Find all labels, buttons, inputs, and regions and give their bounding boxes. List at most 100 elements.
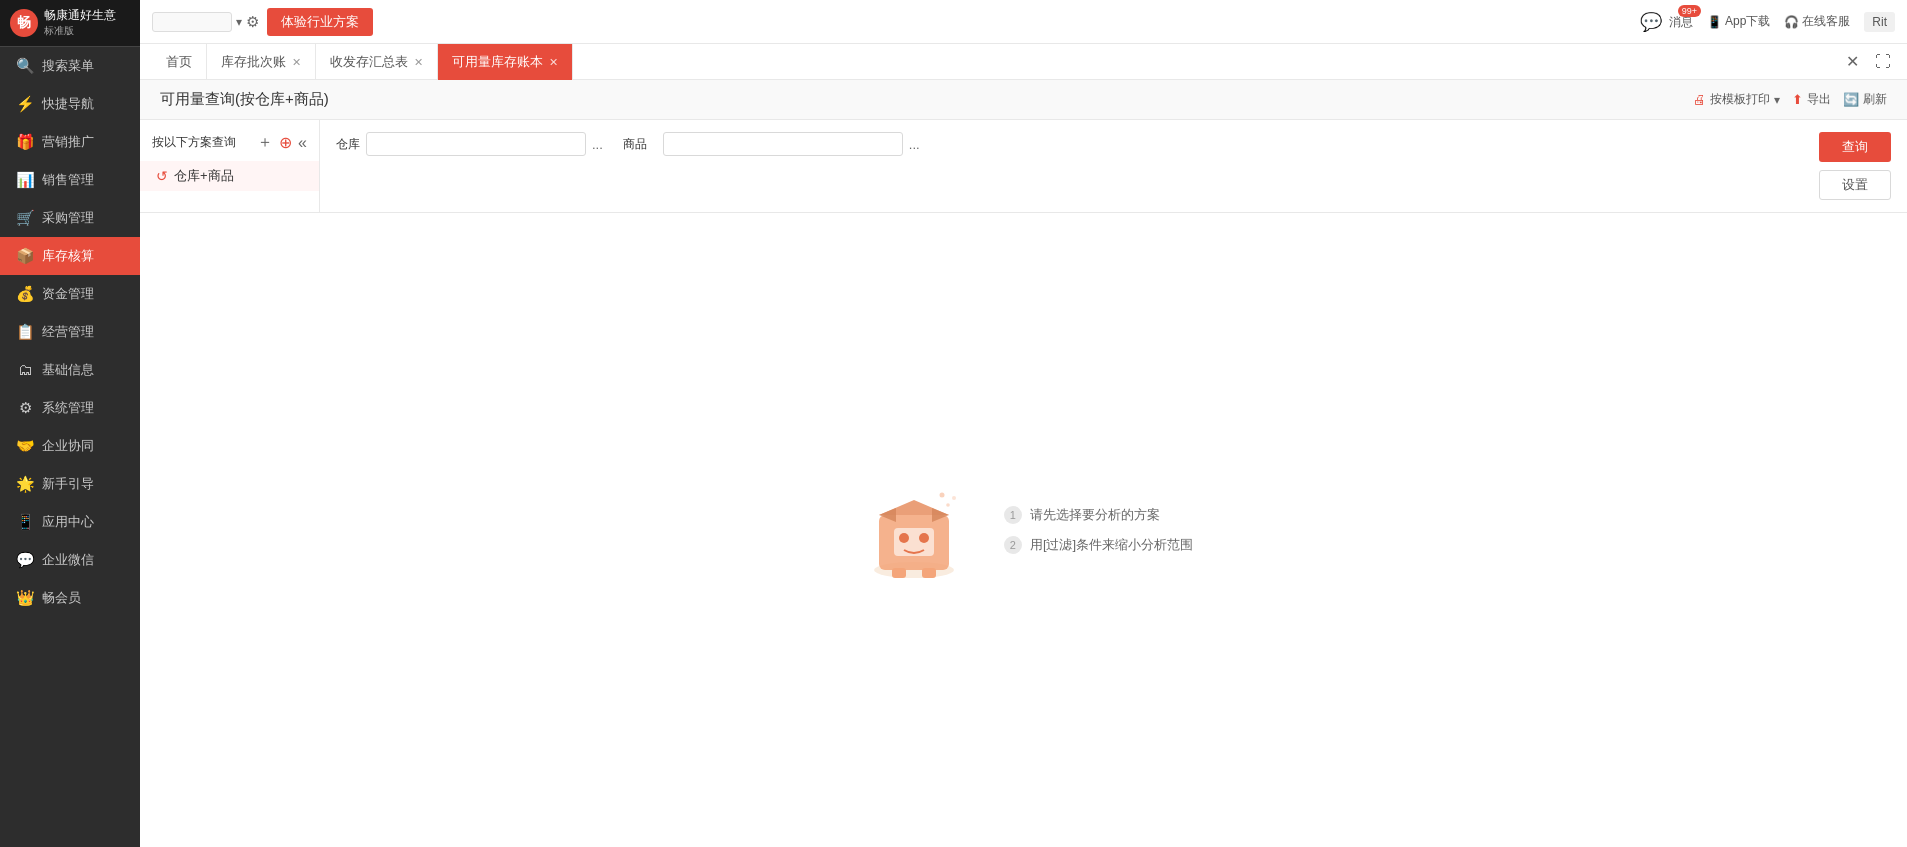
sidebar-icon-finance: 💰 [16,285,34,303]
sidebar-item-newbie[interactable]: 🌟 新手引导 [0,465,140,503]
goods-input[interactable] [663,132,903,156]
brand-logo: 畅 [10,9,38,37]
app-download-link[interactable]: 📱 App下载 [1707,13,1770,30]
setting-btn[interactable]: 设置 [1819,170,1891,200]
warehouse-more-btn[interactable]: ... [592,137,603,152]
page-header: 可用量查询(按仓库+商品) 🖨 按模板打印 ▾ ⬆ 导出 🔄 刷新 [140,80,1907,120]
tip-num-1: 1 [1004,506,1022,524]
phone-icon: 📱 [1707,15,1722,29]
empty-illustration [854,470,974,590]
scheme-item-label: 仓库+商品 [174,167,234,185]
sidebar-label-finance: 资金管理 [42,285,94,303]
sidebar-label-member: 畅会员 [42,589,81,607]
tab-label-home: 首页 [166,44,192,80]
sidebar-item-system[interactable]: ⚙ 系统管理 [0,389,140,427]
svg-point-12 [952,496,956,500]
sidebar-item-inventory[interactable]: 📦 库存核算 [0,237,140,275]
tip-text-1: 请先选择要分析的方案 [1030,506,1160,524]
sidebar-item-operation[interactable]: 📋 经营管理 [0,313,140,351]
expand-btn[interactable]: ⛶ [1871,53,1895,71]
sidebar-icon-appstore: 📱 [16,513,34,531]
sidebar-label-search: 搜索菜单 [42,57,94,75]
message-icon[interactable]: 💬 99+ 消息 [1640,11,1693,33]
tab-label-collect_summary: 收发存汇总表 [330,44,408,80]
svg-point-11 [946,503,950,507]
topbar: ▾ ⚙ 体验行业方案 💬 99+ 消息 📱 App下载 🎧 在线客服 Rit [140,0,1907,44]
warehouse-input[interactable] [366,132,586,156]
headset-icon: 🎧 [1784,15,1799,29]
add-scheme-btn[interactable]: ＋ [257,132,273,153]
tab-available_ledger[interactable]: 可用量库存账本✕ [438,44,573,80]
sidebar-label-system: 系统管理 [42,399,94,417]
tab-batch_account[interactable]: 库存批次账✕ [207,44,316,80]
svg-rect-9 [922,568,936,578]
export-icon: ⬆ [1792,92,1803,107]
refresh-btn[interactable]: 🔄 刷新 [1843,91,1887,108]
sidebar-item-shortcut[interactable]: ⚡ 快捷导航 [0,85,140,123]
tab-collect_summary[interactable]: 收发存汇总表✕ [316,44,438,80]
svg-point-7 [919,533,929,543]
tip-item-1: 1 请先选择要分析的方案 [1004,506,1193,524]
sidebar-item-finance[interactable]: 💰 资金管理 [0,275,140,313]
tip-num-2: 2 [1004,536,1022,554]
svg-rect-5 [894,528,934,556]
service-label: 在线客服 [1802,13,1850,30]
sidebar-item-member[interactable]: 👑 畅会员 [0,579,140,617]
tab-close-collect_summary[interactable]: ✕ [414,44,423,80]
empty-tips: 1 请先选择要分析的方案 2 用[过滤]条件来缩小分析范围 [1004,506,1193,554]
sidebar-icon-sales: 📊 [16,171,34,189]
manage-scheme-btn[interactable]: ⊕ [279,133,292,152]
tab-close-available_ledger[interactable]: ✕ [549,44,558,80]
gear-icon[interactable]: ⚙ [246,13,259,31]
brand-name: 畅康通好生意 [44,8,116,24]
sidebar-item-enterprise[interactable]: 🤝 企业协同 [0,427,140,465]
printer-icon: 🖨 [1693,92,1706,107]
close-tab-btn[interactable]: ✕ [1842,52,1863,71]
sidebar-icon-search: 🔍 [16,57,34,75]
sidebar-icon-basic: 🗂 [16,361,34,378]
sidebar-icon-enterprise: 🤝 [16,437,34,455]
sidebar-item-sales[interactable]: 📊 销售管理 [0,161,140,199]
sidebar-label-enterprise: 企业协同 [42,437,94,455]
sidebar-nav: 🔍 搜索菜单⚡ 快捷导航🎁 营销推广📊 销售管理🛒 采购管理📦 库存核算💰 资金… [0,47,140,847]
sidebar-label-wechat: 企业微信 [42,551,94,569]
industry-btn[interactable]: 体验行业方案 [267,8,373,36]
user-name[interactable]: Rit [1864,12,1895,32]
tab-home[interactable]: 首页 [152,44,207,80]
sidebar-icon-marketing: 🎁 [16,133,34,151]
topbar-right: 💬 99+ 消息 📱 App下载 🎧 在线客服 Rit [1640,11,1895,33]
service-link[interactable]: 🎧 在线客服 [1784,13,1850,30]
tab-label-batch_account: 库存批次账 [221,44,286,80]
sidebar-item-search[interactable]: 🔍 搜索菜单 [0,47,140,85]
filter-scheme-sidebar: 按以下方案查询 ＋ ⊕ « ↺ 仓库+商品 [140,120,320,212]
goods-more-btn[interactable]: ... [909,137,920,152]
query-btn[interactable]: 查询 [1819,132,1891,162]
tip-text-2: 用[过滤]条件来缩小分析范围 [1030,536,1193,554]
collapse-scheme-btn[interactable]: « [298,134,307,152]
sidebar-item-basic[interactable]: 🗂 基础信息 [0,351,140,389]
tabs-bar: 首页库存批次账✕收发存汇总表✕可用量库存账本✕ ✕ ⛶ [140,44,1907,80]
filter-sidebar-header: 按以下方案查询 ＋ ⊕ « [140,132,319,161]
sidebar-label-operation: 经营管理 [42,323,94,341]
sidebar-icon-shortcut: ⚡ [16,95,34,113]
svg-point-6 [899,533,909,543]
sidebar-item-marketing[interactable]: 🎁 营销推广 [0,123,140,161]
sidebar-icon-member: 👑 [16,589,34,607]
print-label: 按模板打印 [1710,91,1770,108]
refresh-label: 刷新 [1863,91,1887,108]
sidebar-item-appstore[interactable]: 📱 应用中心 [0,503,140,541]
sidebar-label-marketing: 营销推广 [42,133,94,151]
filter-sidebar-actions: ＋ ⊕ « [257,132,307,153]
sidebar-item-wechat[interactable]: 💬 企业微信 [0,541,140,579]
export-btn[interactable]: ⬆ 导出 [1792,91,1831,108]
topbar-breadcrumb: ▾ ⚙ [152,12,259,32]
sidebar-icon-purchase: 🛒 [16,209,34,227]
print-btn[interactable]: 🖨 按模板打印 ▾ [1693,91,1780,108]
filter-actions: 查询 设置 [1803,120,1907,212]
breadcrumb-input[interactable] [152,12,232,32]
scheme-item-warehouse-goods[interactable]: ↺ 仓库+商品 [140,161,319,191]
empty-state: 1 请先选择要分析的方案 2 用[过滤]条件来缩小分析范围 [140,213,1907,847]
sidebar-item-purchase[interactable]: 🛒 采购管理 [0,199,140,237]
tab-close-batch_account[interactable]: ✕ [292,44,301,80]
warehouse-filter-field: 仓库 ... [336,132,603,156]
